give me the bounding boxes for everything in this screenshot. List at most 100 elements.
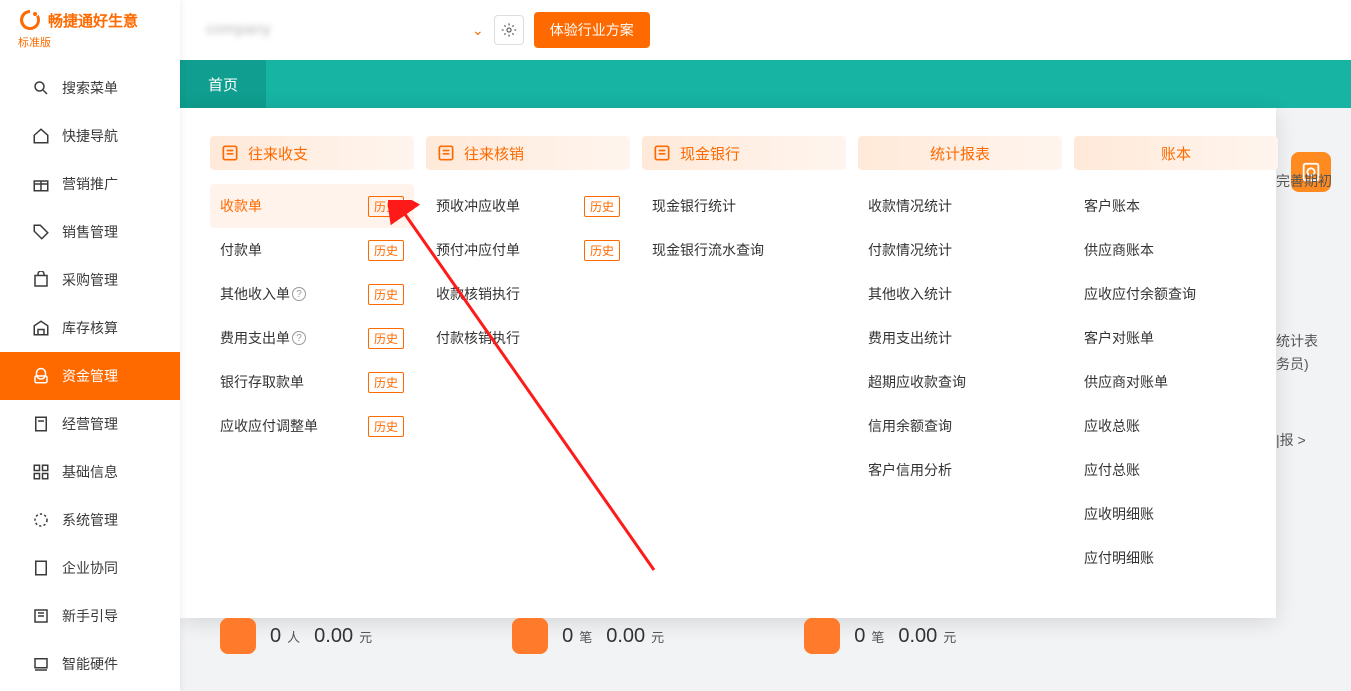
column-title: 账本 [1161,143,1191,164]
nav-purchase[interactable]: 采购管理 [0,256,180,304]
device-icon [32,655,50,673]
menu-item[interactable]: 付款情况统计 [858,228,1062,272]
nav-basicinfo[interactable]: 基础信息 [0,448,180,496]
tabstrip: 首页 [180,60,1351,108]
mega-column: 现金银行现金银行统计现金银行流水查询 [642,136,846,580]
history-badge[interactable]: 历史 [368,328,404,349]
menu-item[interactable]: 收款核销执行 [426,272,630,316]
menu-item[interactable]: 应付总账 [1074,448,1278,492]
history-badge[interactable]: 历史 [584,240,620,261]
peek-text: 完善期初 [1276,170,1351,192]
nav-search[interactable]: 搜索菜单 [0,64,180,112]
nav-marketing[interactable]: 营销推广 [0,160,180,208]
history-badge[interactable]: 历史 [368,196,404,217]
home-icon [32,127,50,145]
warehouse-icon [32,319,50,337]
mega-column: 往来核销预收冲应收单历史预付冲应付单历史收款核销执行付款核销执行 [426,136,630,580]
menu-item-label: 收款单 [220,196,262,216]
menu-item[interactable]: 其他收入单?历史 [210,272,414,316]
company-selector[interactable]: company [196,12,456,48]
menu-item[interactable]: 预付冲应付单历史 [426,228,630,272]
nav-hardware[interactable]: 智能硬件 [0,640,180,688]
menu-item-label: 客户账本 [1084,196,1140,216]
menu-item[interactable]: 费用支出统计 [858,316,1062,360]
menu-item[interactable]: 信用余额查询 [858,404,1062,448]
menu-item[interactable]: 供应商对账单 [1074,360,1278,404]
card-icon [804,618,840,654]
menu-item[interactable]: 现金银行统计 [642,184,846,228]
right-peek: 完善期初 统计表务员) |报 > [1276,170,1351,506]
industry-cta-button[interactable]: 体验行业方案 [534,12,650,48]
menu-item[interactable]: 付款核销执行 [426,316,630,360]
summary-card: 0人0.00元 [220,606,372,666]
section-icon [220,143,240,163]
nav-funds[interactable]: 资金管理 [0,352,180,400]
column-header: 统计报表 [858,136,1062,170]
menu-item[interactable]: 客户账本 [1074,184,1278,228]
menu-item[interactable]: 现金银行流水查询 [642,228,846,272]
menu-item[interactable]: 预收冲应收单历史 [426,184,630,228]
nav-guide[interactable]: 新手引导 [0,592,180,640]
menu-item[interactable]: 供应商账本 [1074,228,1278,272]
cart-icon [32,271,50,289]
menu-item[interactable]: 应收明细账 [1074,492,1278,536]
menu-item[interactable]: 费用支出单?历史 [210,316,414,360]
menu-item[interactable]: 付款单历史 [210,228,414,272]
menu-item[interactable]: 客户对账单 [1074,316,1278,360]
menu-item[interactable]: 应付明细账 [1074,536,1278,580]
menu-item[interactable]: 银行存取款单历史 [210,360,414,404]
menu-item-label: 现金银行统计 [652,196,736,216]
summary-card: 0笔0.00元 [804,606,956,666]
menu-item[interactable]: 超期应收款查询 [858,360,1062,404]
nav-label: 基础信息 [62,462,118,482]
menu-item[interactable]: 应收应付余额查询 [1074,272,1278,316]
menu-item[interactable]: 收款单 历史 [210,184,414,228]
sidebar: 畅捷通好生意 标准版 搜索菜单 快捷导航 营销推广 销售管理 采购管理 库存核算… [0,0,180,691]
nav-system[interactable]: 系统管理 [0,496,180,544]
help-icon[interactable]: ? [292,287,306,301]
funds-megamenu: 往来收支收款单历史付款单历史其他收入单?历史费用支出单?历史银行存取款单历史应收… [180,108,1276,618]
history-badge[interactable]: 历史 [368,284,404,305]
history-badge[interactable]: 历史 [368,416,404,437]
menu-item-label: 超期应收款查询 [868,372,966,392]
menu-item-label: 收款情况统计 [868,196,952,216]
menu-item-label: 付款核销执行 [436,328,520,348]
peek-text[interactable]: |报 > [1276,429,1351,451]
menu-item-label: 供应商对账单 [1084,372,1168,392]
nav-operation[interactable]: 经营管理 [0,400,180,448]
menu-item[interactable]: 客户信用分析 [858,448,1062,492]
menu-item-label: 费用支出统计 [868,328,952,348]
chevron-down-icon[interactable]: ⌄ [472,22,484,39]
logo: 畅捷通好生意 标准版 [0,0,180,60]
grid-icon [32,463,50,481]
settings-icon [32,511,50,529]
history-badge[interactable]: 历史 [368,240,404,261]
mega-column: 往来收支收款单历史付款单历史其他收入单?历史费用支出单?历史银行存取款单历史应收… [210,136,414,580]
column-header: 现金银行 [642,136,846,170]
nav-sales[interactable]: 销售管理 [0,208,180,256]
menu-item[interactable]: 收款情况统计 [858,184,1062,228]
column-header: 账本 [1074,136,1278,170]
history-badge[interactable]: 历史 [368,372,404,393]
nav-inventory[interactable]: 库存核算 [0,304,180,352]
mega-column: 账本客户账本供应商账本应收应付余额查询客户对账单供应商对账单应收总账应付总账应收… [1074,136,1278,580]
menu-item[interactable]: 其他收入统计 [858,272,1062,316]
help-icon[interactable]: ? [292,331,306,345]
menu-item-label: 应付明细账 [1084,548,1154,568]
menu-item[interactable]: 应收总账 [1074,404,1278,448]
summary-cards: 0人0.00元 0笔0.00元 0笔0.00元 [220,606,1321,666]
nav-quicknav[interactable]: 快捷导航 [0,112,180,160]
tab-home[interactable]: 首页 [180,60,266,108]
nav-label: 搜索菜单 [62,78,118,98]
history-badge[interactable]: 历史 [584,196,620,217]
clipboard-icon [32,415,50,433]
menu-item[interactable]: 应收应付调整单历史 [210,404,414,448]
search-icon [32,79,50,97]
column-title: 往来核销 [464,143,524,164]
nav: 搜索菜单 快捷导航 营销推广 销售管理 采购管理 库存核算 资金管理 经营管理 … [0,60,180,688]
nav-collab[interactable]: 企业协同 [0,544,180,592]
settings-button[interactable] [494,15,524,45]
guide-icon [32,607,50,625]
brand-edition: 标准版 [18,34,168,50]
nav-label: 库存核算 [62,318,118,338]
